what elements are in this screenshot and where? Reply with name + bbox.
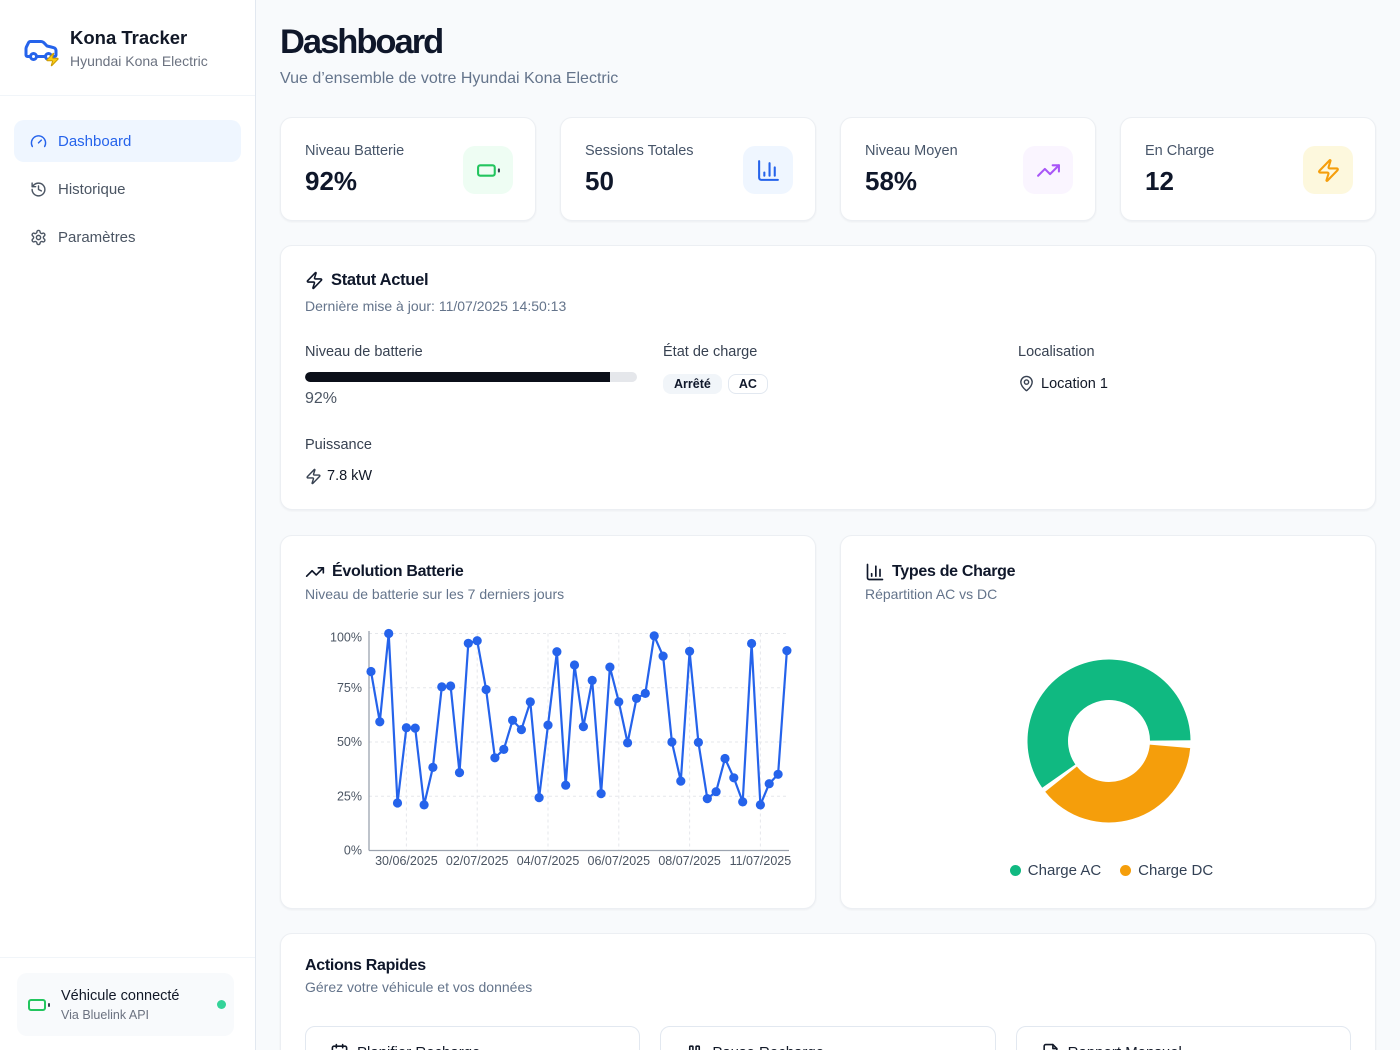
svg-text:08/07/2025: 08/07/2025 [658,854,721,868]
svg-text:75%: 75% [337,681,362,695]
svg-text:25%: 25% [337,790,362,804]
svg-text:11/07/2025: 11/07/2025 [730,854,792,868]
svg-text:30/06/2025: 30/06/2025 [375,854,438,868]
svg-text:100%: 100% [330,631,362,645]
svg-text:04/07/2025: 04/07/2025 [517,854,580,868]
svg-text:50%: 50% [337,735,362,749]
svg-text:0%: 0% [344,844,362,858]
svg-text:02/07/2025: 02/07/2025 [446,854,509,868]
svg-text:06/07/2025: 06/07/2025 [588,854,651,868]
